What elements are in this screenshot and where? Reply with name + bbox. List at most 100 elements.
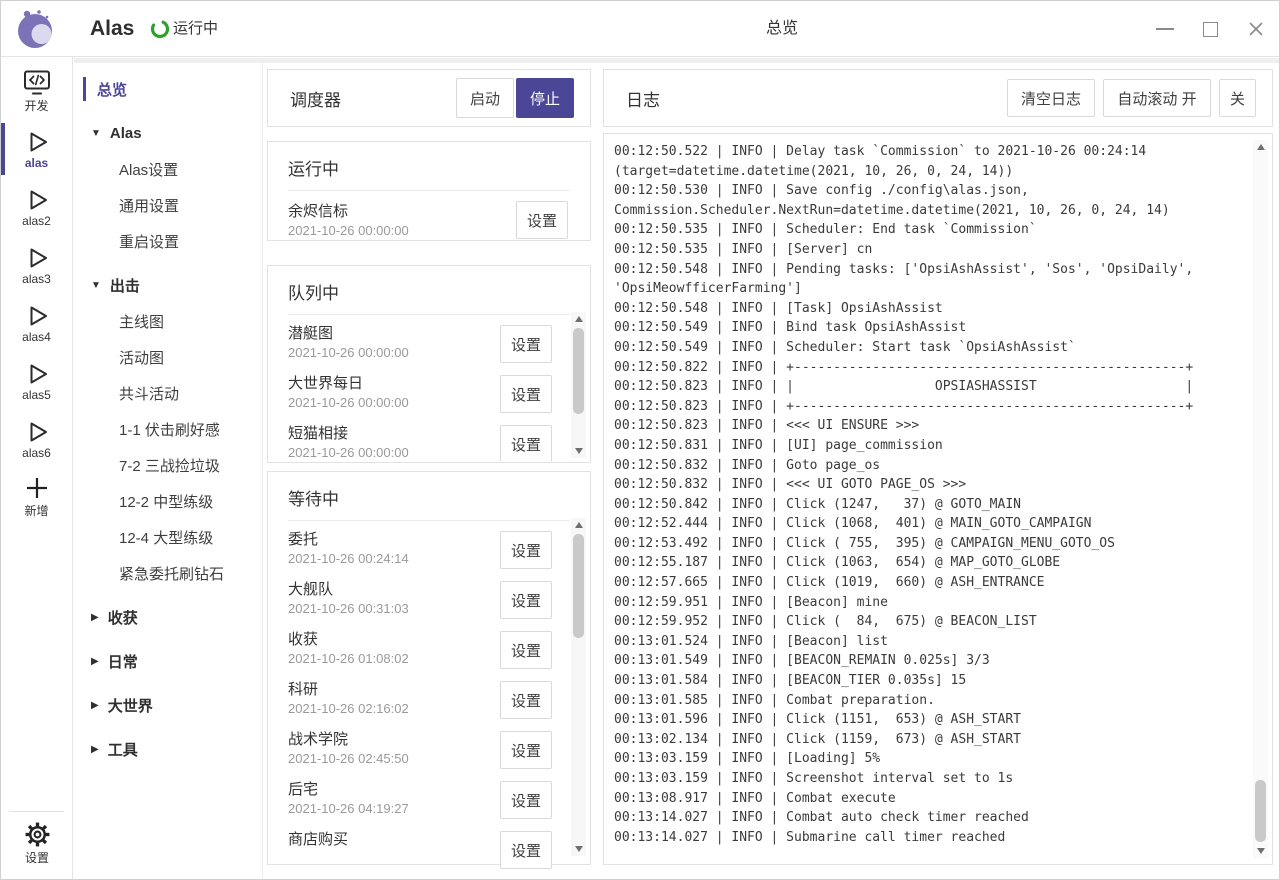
- log-line: 00:12:55.187 | INFO | Click (1063, 654) …: [614, 553, 1246, 573]
- waiting-title: 等待中: [268, 472, 590, 510]
- scheduler-title: 调度器: [290, 86, 456, 111]
- menu-item-overview[interactable]: 总览: [73, 71, 262, 107]
- chevron-down-icon: ▼: [91, 280, 101, 291]
- rail-item-dev[interactable]: 开发: [1, 62, 72, 120]
- menu-group-alas[interactable]: ▼Alas: [73, 115, 262, 151]
- task-setting-button[interactable]: 设置: [500, 781, 552, 819]
- chevron-right-icon: ▶: [91, 744, 99, 755]
- menu-group-sortie[interactable]: ▼出击: [73, 267, 262, 303]
- close-button[interactable]: [1239, 14, 1273, 44]
- stop-button[interactable]: 停止: [516, 78, 574, 118]
- running-title: 运行中: [268, 142, 590, 180]
- menu-item-main-map[interactable]: 主线图: [73, 303, 262, 339]
- task-setting-button[interactable]: 设置: [500, 831, 552, 869]
- task-setting-button[interactable]: 设置: [500, 531, 552, 569]
- menu-item-label: 紧急委托刷钻石: [119, 563, 224, 584]
- scroll-down-icon[interactable]: [571, 444, 586, 458]
- rail-item-alas[interactable]: alas: [1, 120, 72, 178]
- maximize-icon: [1203, 22, 1218, 37]
- menu-item-alas-settings[interactable]: Alas设置: [73, 151, 262, 187]
- menu-item-label: Alas: [110, 125, 142, 142]
- scroll-up-icon[interactable]: [1253, 140, 1268, 154]
- scroll-up-icon[interactable]: [571, 312, 586, 326]
- scrollbar-thumb[interactable]: [573, 328, 584, 414]
- rail-item-alas3[interactable]: alas3: [1, 236, 72, 294]
- task-row: 大世界每日 2021-10-26 00:00:00 设置: [268, 371, 590, 421]
- scrollbar-thumb[interactable]: [573, 534, 584, 638]
- log-scrollbar[interactable]: [1253, 140, 1268, 858]
- minimize-button[interactable]: [1148, 14, 1182, 44]
- menu-item-general-settings[interactable]: 通用设置: [73, 187, 262, 223]
- log-line: 00:12:50.548 | INFO | [Task] OpsiAshAssi…: [614, 299, 1246, 319]
- log-line: 00:13:01.596 | INFO | Click (1151, 653) …: [614, 710, 1246, 730]
- menu-item-12-2[interactable]: 12-2 中型练级: [73, 483, 262, 519]
- queued-scrollbar[interactable]: [571, 312, 586, 458]
- log-line: 00:12:50.522 | INFO | Delay task `Commis…: [614, 142, 1246, 162]
- scroll-up-icon[interactable]: [571, 518, 586, 532]
- menu-group-tools[interactable]: ▶工具: [73, 731, 262, 767]
- rail-item-label: alas3: [22, 272, 51, 286]
- rail-item-alas6[interactable]: alas6: [1, 410, 72, 468]
- task-row: 短猫相接 2021-10-26 00:00:00 设置: [268, 421, 590, 461]
- queued-title: 队列中: [268, 266, 590, 304]
- rail-item-settings[interactable]: 设置: [1, 814, 73, 872]
- rail-item-add[interactable]: 新增: [1, 468, 72, 526]
- menu-item-label: 活动图: [119, 347, 164, 368]
- rail-item-alas2[interactable]: alas2: [1, 178, 72, 236]
- menu-item-label: 日常: [108, 651, 138, 672]
- menu-group-opsi[interactable]: ▶大世界: [73, 687, 262, 723]
- log-line: 00:13:01.584 | INFO | [BEACON_TIER 0.035…: [614, 671, 1246, 691]
- divider: [288, 314, 570, 315]
- menu-group-daily[interactable]: ▶日常: [73, 643, 262, 679]
- log-line: 00:12:50.831 | INFO | [UI] page_commissi…: [614, 436, 1246, 456]
- menu-group-reward[interactable]: ▶收获: [73, 599, 262, 635]
- queued-task-list: 潜艇图 2021-10-26 00:00:00 设置 大世界每日 2021-10…: [268, 321, 590, 461]
- start-button[interactable]: 启动: [456, 78, 514, 118]
- maximize-button[interactable]: [1193, 14, 1227, 44]
- rail-item-alas5[interactable]: alas5: [1, 352, 72, 410]
- log-line: 00:13:14.027 | INFO | Submarine call tim…: [614, 828, 1246, 848]
- task-setting-button[interactable]: 设置: [500, 631, 552, 669]
- menu-item-urgent-commission[interactable]: 紧急委托刷钻石: [73, 555, 262, 591]
- log-line: 00:12:50.842 | INFO | Click (1247, 37) @…: [614, 495, 1246, 515]
- scroll-down-icon[interactable]: [1253, 844, 1268, 858]
- menu-item-event-map[interactable]: 活动图: [73, 339, 262, 375]
- task-setting-button[interactable]: 设置: [500, 425, 552, 461]
- play-icon: [24, 361, 50, 387]
- task-setting-button[interactable]: 设置: [500, 581, 552, 619]
- instance-rail: 开发 alas alas2 alas3 alas4: [1, 57, 73, 879]
- scrollbar-thumb[interactable]: [1255, 780, 1266, 842]
- rail-item-label: alas4: [22, 330, 51, 344]
- task-row: 委托 2021-10-26 00:24:14 设置: [268, 527, 590, 577]
- rail-item-label: 设置: [25, 849, 49, 866]
- menu-item-restart-settings[interactable]: 重启设置: [73, 223, 262, 259]
- log-line: 00:13:01.585 | INFO | Combat preparation…: [614, 691, 1246, 711]
- menu-item-label: 重启设置: [119, 231, 179, 252]
- autoscroll-on-button[interactable]: 自动滚动 开: [1103, 79, 1211, 117]
- task-setting-button[interactable]: 设置: [500, 731, 552, 769]
- task-row: 商店购买 设置: [268, 827, 590, 871]
- menu-item-label: 主线图: [119, 311, 164, 332]
- log-line: 00:12:57.665 | INFO | Click (1019, 660) …: [614, 573, 1246, 593]
- task-setting-button[interactable]: 设置: [500, 681, 552, 719]
- waiting-scrollbar[interactable]: [571, 518, 586, 856]
- log-line: 00:12:50.832 | INFO | Goto page_os: [614, 456, 1246, 476]
- log-line: 00:12:50.823 | INFO | | OPSIASHASSIST |: [614, 377, 1246, 397]
- menu-item-12-4[interactable]: 12-4 大型练级: [73, 519, 262, 555]
- menu-item-label: Alas设置: [119, 159, 178, 180]
- rail-item-label: 开发: [24, 97, 48, 114]
- clear-log-button[interactable]: 清空日志: [1007, 79, 1095, 117]
- task-setting-button[interactable]: 设置: [500, 325, 552, 363]
- task-setting-button[interactable]: 设置: [516, 201, 568, 239]
- menu-item-raid[interactable]: 共斗活动: [73, 375, 262, 411]
- scroll-down-icon[interactable]: [571, 842, 586, 856]
- menu-item-1-1[interactable]: 1-1 伏击刷好感: [73, 411, 262, 447]
- rail-item-alas4[interactable]: alas4: [1, 294, 72, 352]
- autoscroll-off-button[interactable]: 关: [1219, 79, 1256, 117]
- minimize-icon: [1156, 28, 1174, 30]
- log-panel-header: 日志 清空日志 自动滚动 开 关: [603, 69, 1273, 127]
- menu-item-label: 12-2 中型练级: [119, 491, 213, 512]
- menu-item-7-2[interactable]: 7-2 三战捡垃圾: [73, 447, 262, 483]
- plus-icon: [24, 475, 50, 501]
- task-setting-button[interactable]: 设置: [500, 375, 552, 413]
